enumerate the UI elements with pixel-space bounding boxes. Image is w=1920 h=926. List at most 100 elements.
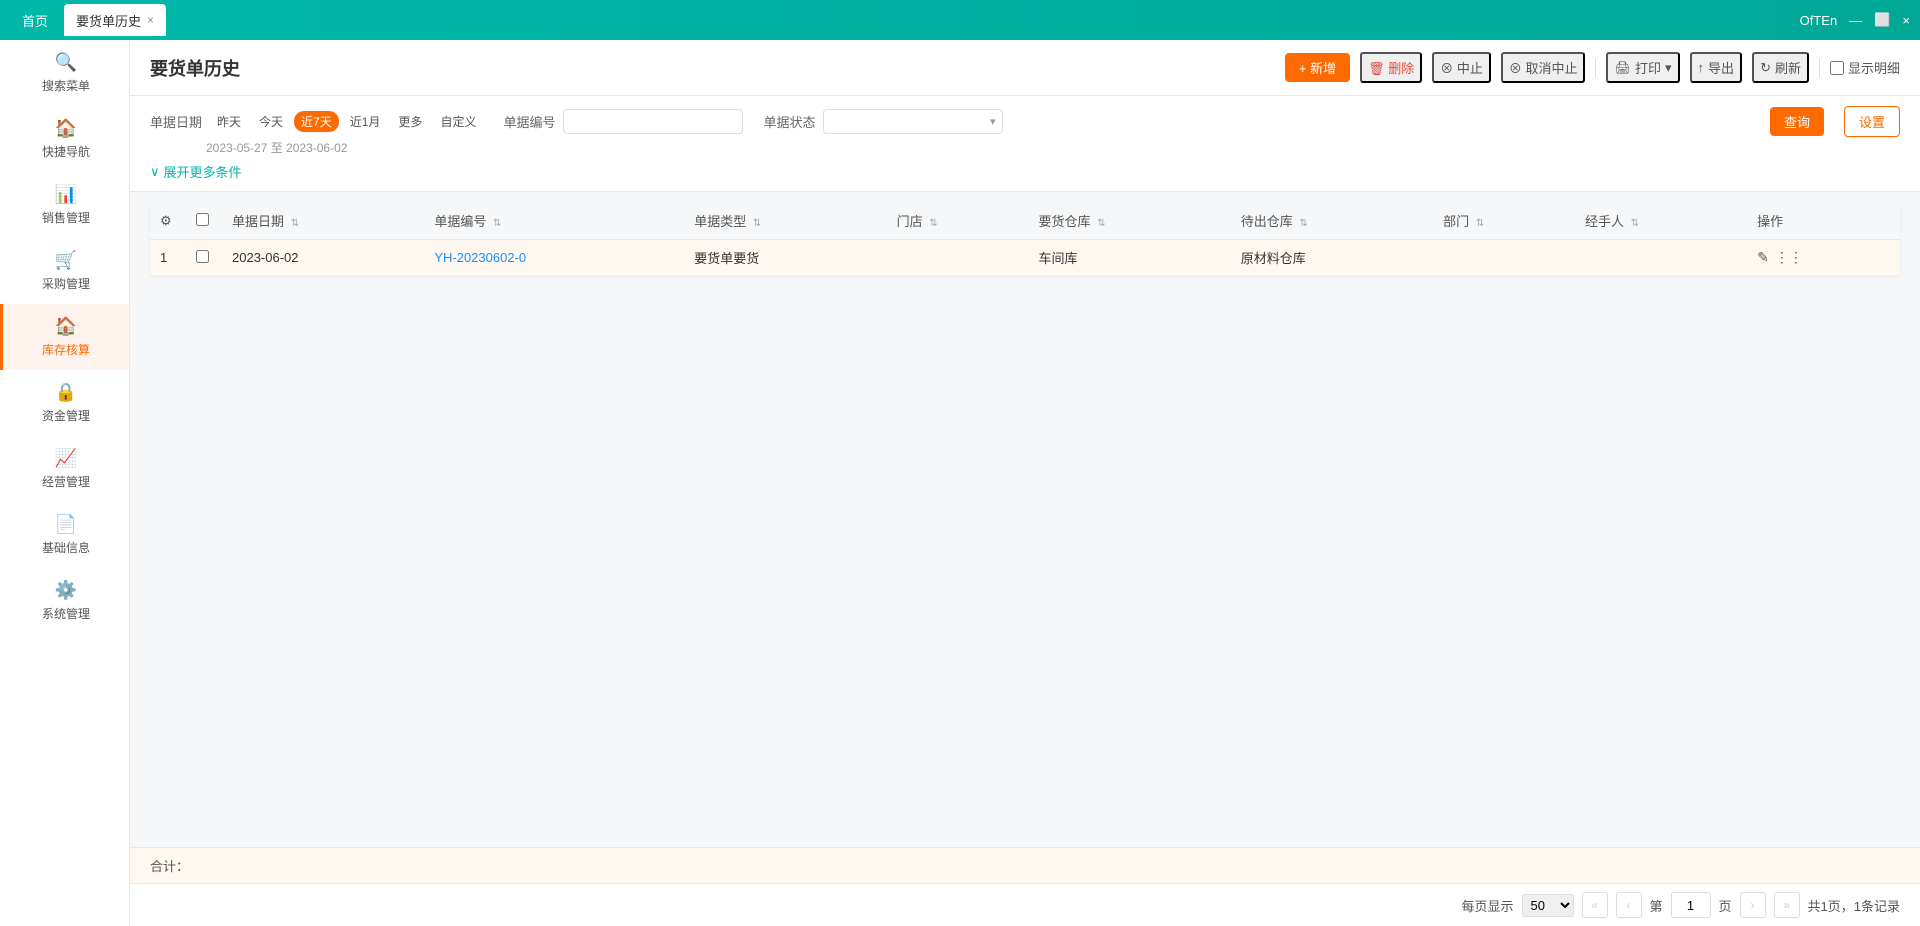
row-more-icon[interactable]: ⋮⋮ <box>1775 249 1803 266</box>
refresh-button[interactable]: ↻ 刷新 <box>1752 52 1809 83</box>
th-number-sort-icon: ⇅ <box>493 218 501 229</box>
row-actions-group: ✎ ⋮⋮ <box>1757 249 1890 266</box>
bill-number-input[interactable] <box>563 109 743 134</box>
new-button[interactable]: + 新增 <box>1285 53 1350 82</box>
print-button[interactable]: 🖨 打印 ▾ <box>1606 52 1679 83</box>
system-icon: ⚙️ <box>55 580 77 601</box>
select-all-checkbox[interactable] <box>196 213 209 226</box>
sidebar-item-operations[interactable]: 📈 经营管理 <box>0 436 129 502</box>
prev-page-button[interactable]: ‹ <box>1616 892 1642 918</box>
th-req-warehouse[interactable]: 要货仓库 ⇅ <box>1028 202 1230 240</box>
restore-btn[interactable]: ⬜ <box>1874 12 1890 28</box>
sidebar-item-finance[interactable]: 🔒 资金管理 <box>0 370 129 436</box>
last-page-button[interactable]: » <box>1774 892 1800 918</box>
th-handler[interactable]: 经手人 ⇅ <box>1575 202 1747 240</box>
tab-requisition-history[interactable]: 要货单历史 × <box>64 4 166 36</box>
row-pending-warehouse: 原材料仓库 <box>1231 240 1433 276</box>
bill-number-label: 单据编号 <box>503 112 555 131</box>
cancel-stop-button[interactable]: ⊗ 取消中止 <box>1501 52 1586 83</box>
date-more[interactable]: 更多 <box>391 111 429 132</box>
row-number-link[interactable]: YH-20230602-0 <box>434 250 526 265</box>
th-department-label: 部门 <box>1443 214 1469 229</box>
row-index: 1 <box>150 240 186 276</box>
close-btn[interactable]: × <box>1902 13 1910 28</box>
often-label: OfTEn <box>1800 13 1838 28</box>
status-select[interactable] <box>823 109 1003 134</box>
show-detail-checkbox[interactable] <box>1830 61 1844 75</box>
sidebar-item-purchase-label: 采购管理 <box>42 275 90 292</box>
th-pending-warehouse-sort-icon: ⇅ <box>1299 218 1307 229</box>
page-size-select[interactable]: 50 20 100 200 <box>1522 894 1574 917</box>
quick-nav-icon: 🏠 <box>55 118 77 139</box>
print-icon: 🖨 <box>1614 60 1631 76</box>
row-checkbox[interactable] <box>186 240 222 276</box>
minimize-btn[interactable]: — <box>1849 13 1862 28</box>
tab-home[interactable]: 首页 <box>10 4 60 36</box>
row-number[interactable]: YH-20230602-0 <box>424 240 684 276</box>
show-detail-label: 显示明细 <box>1830 58 1900 77</box>
sidebar-item-quick-nav-label: 快捷导航 <box>42 143 90 160</box>
row-actions: ✎ ⋮⋮ <box>1747 240 1900 276</box>
sidebar-item-purchase[interactable]: 🛒 采购管理 <box>0 238 129 304</box>
th-department[interactable]: 部门 ⇅ <box>1433 202 1575 240</box>
filter-group-date: 单据日期 昨天 今天 近7天 近1月 更多 自定义 <box>150 111 483 132</box>
row-select-checkbox[interactable] <box>196 250 209 263</box>
expand-more-button[interactable]: ∨ 展开更多条件 <box>150 162 1900 181</box>
th-checkbox[interactable] <box>186 202 222 240</box>
export-button[interactable]: ↑ 导出 <box>1690 52 1743 83</box>
row-edit-icon[interactable]: ✎ <box>1757 249 1769 266</box>
filter-row-1: 单据日期 昨天 今天 近7天 近1月 更多 自定义 单据编号 <box>150 106 1900 137</box>
th-settings[interactable]: ⚙ <box>150 202 186 240</box>
sidebar-item-search-menu-label: 搜索菜单 <box>42 77 90 94</box>
tab-close-icon[interactable]: × <box>147 13 154 27</box>
date-today[interactable]: 今天 <box>252 111 290 132</box>
date-last1month[interactable]: 近1月 <box>343 111 388 132</box>
th-type[interactable]: 单据类型 ⇅ <box>684 202 886 240</box>
tab-requisition-history-label: 要货单历史 <box>76 11 141 30</box>
th-store-sort-icon: ⇅ <box>929 218 937 229</box>
th-store[interactable]: 门店 ⇅ <box>887 202 1029 240</box>
search-menu-icon: 🔍 <box>55 52 77 73</box>
th-handler-sort-icon: ⇅ <box>1631 218 1639 229</box>
date-range-text: 2023-05-27 至 2023-06-02 <box>206 141 347 155</box>
basic-info-icon: 📄 <box>55 514 77 535</box>
settings-button[interactable]: 设置 <box>1844 106 1900 137</box>
sidebar-item-sales[interactable]: 📊 销售管理 <box>0 172 129 238</box>
sidebar-item-basic-info[interactable]: 📄 基础信息 <box>0 502 129 568</box>
pagination-bar: 每页显示 50 20 100 200 « ‹ 第 页 › » 共1页，1条记录 <box>130 883 1920 926</box>
status-label: 单据状态 <box>763 112 815 131</box>
th-req-warehouse-sort-icon: ⇅ <box>1097 218 1105 229</box>
delete-button[interactable]: 🗑 删除 <box>1360 52 1422 83</box>
top-bar: 首页 要货单历史 × OfTEn — ⬜ × <box>0 0 1920 40</box>
summary-label: 合计： <box>150 859 189 874</box>
sidebar-item-quick-nav[interactable]: 🏠 快捷导航 <box>0 106 129 172</box>
print-label: 打印 <box>1635 58 1661 77</box>
page-number-input[interactable] <box>1671 892 1711 918</box>
sidebar-item-inventory-label: 库存核算 <box>42 341 90 358</box>
th-number[interactable]: 单据编号 ⇅ <box>424 202 684 240</box>
date-custom[interactable]: 自定义 <box>433 111 483 132</box>
sidebar-item-inventory[interactable]: 🏠 库存核算 <box>0 304 129 370</box>
sidebar-item-basic-info-label: 基础信息 <box>42 539 90 556</box>
next-page-button[interactable]: › <box>1740 892 1766 918</box>
export-label: 导出 <box>1708 58 1734 77</box>
th-date[interactable]: 单据日期 ⇅ <box>222 202 424 240</box>
row-store <box>887 240 1029 276</box>
date-yesterday[interactable]: 昨天 <box>210 111 248 132</box>
row-date: 2023-06-02 <box>222 240 424 276</box>
th-date-sort-icon: ⇅ <box>291 218 299 229</box>
sidebar-item-system-label: 系统管理 <box>42 605 90 622</box>
table-footer-summary: 合计： <box>130 847 1920 883</box>
date-last7days[interactable]: 近7天 <box>294 111 339 132</box>
sidebar-item-system[interactable]: ⚙️ 系统管理 <box>0 568 129 634</box>
th-handler-label: 经手人 <box>1585 214 1624 229</box>
first-page-button[interactable]: « <box>1582 892 1608 918</box>
stop-button[interactable]: ⊗ 中止 <box>1432 52 1491 83</box>
th-pending-warehouse[interactable]: 待出仓库 ⇅ <box>1231 202 1433 240</box>
row-type: 要货单要货 <box>684 240 886 276</box>
finance-icon: 🔒 <box>55 382 77 403</box>
inventory-icon: 🏠 <box>55 316 77 337</box>
sidebar-item-search-menu[interactable]: 🔍 搜索菜单 <box>0 40 129 106</box>
expand-more-label: 展开更多条件 <box>164 162 242 181</box>
query-button[interactable]: 查询 <box>1770 107 1824 136</box>
